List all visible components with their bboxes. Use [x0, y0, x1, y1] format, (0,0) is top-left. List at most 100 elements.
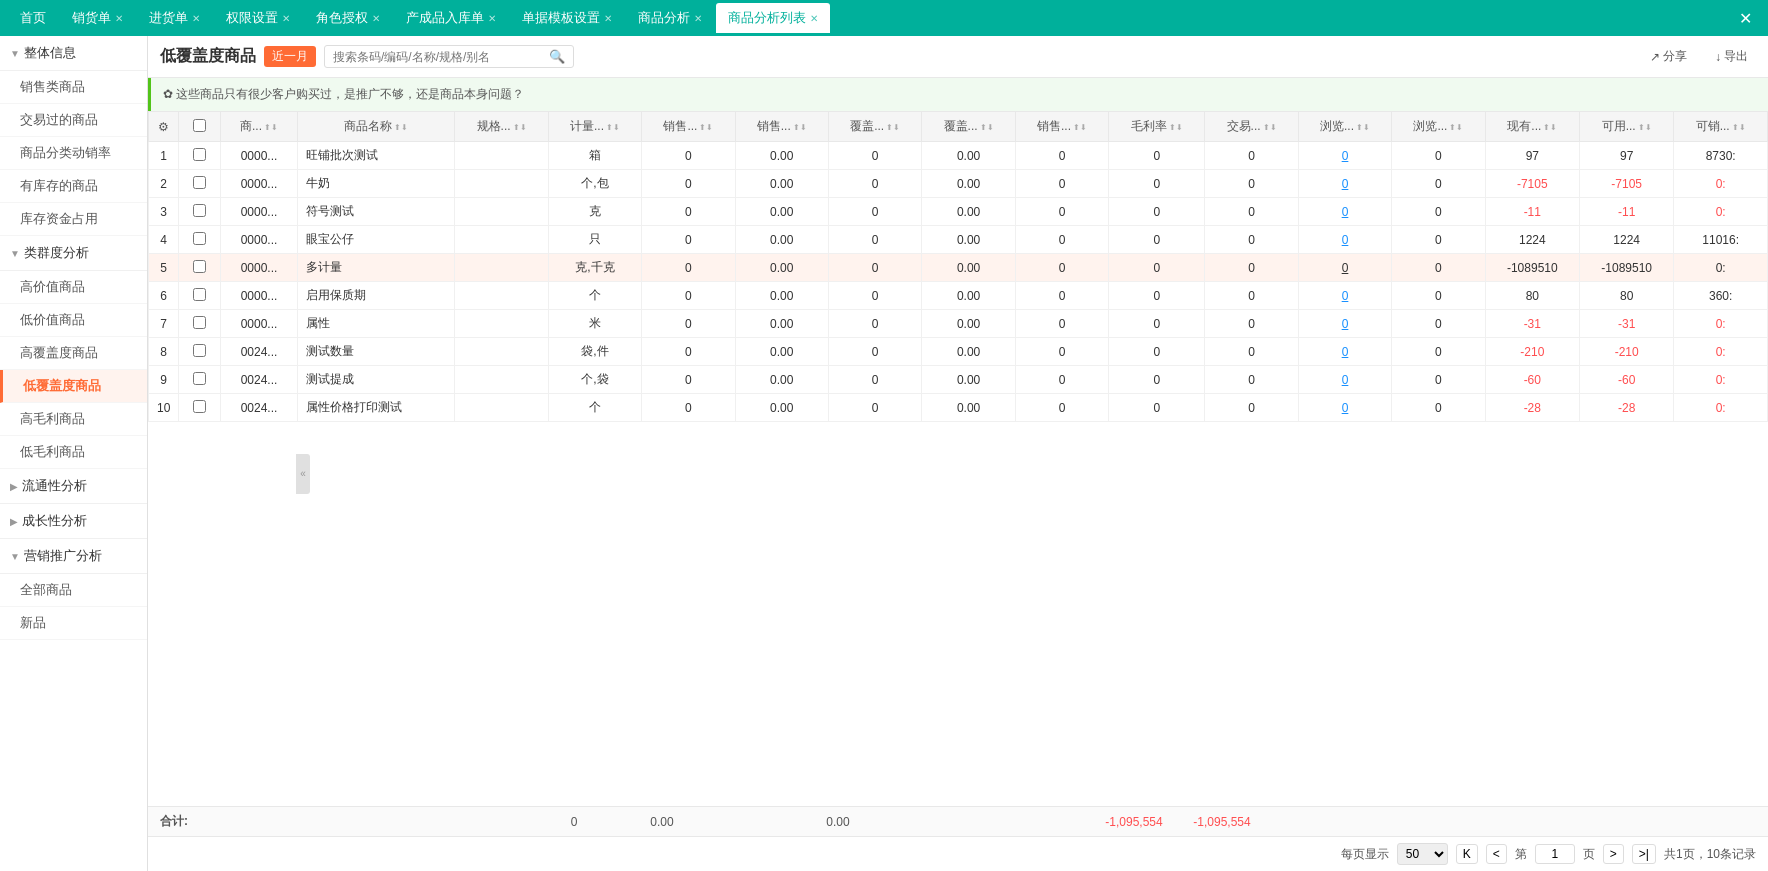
row-name[interactable]: 属性	[297, 310, 455, 338]
row-browse1[interactable]: 0	[1298, 254, 1391, 282]
sidebar-item-capital[interactable]: 库存资金占用	[0, 203, 147, 236]
sidebar-section-growth[interactable]: ▶ 成长性分析	[0, 504, 147, 539]
sidebar-item-high-coverage[interactable]: 高覆盖度商品	[0, 337, 147, 370]
row-browse1[interactable]: 0	[1298, 142, 1391, 170]
row-checkbox[interactable]	[179, 226, 221, 254]
row-checkbox[interactable]	[179, 142, 221, 170]
row-spec	[455, 394, 548, 422]
row-name[interactable]: 测试提成	[297, 366, 455, 394]
browse2-column-header[interactable]: 浏览...⬆⬇	[1392, 112, 1485, 142]
search-input[interactable]	[333, 50, 549, 64]
sidebar-item-high-margin[interactable]: 高毛利商品	[0, 403, 147, 436]
current-stock-column-header[interactable]: 现有...⬆⬇	[1485, 112, 1579, 142]
coverage2-column-header[interactable]: 覆盖...⬆⬇	[922, 112, 1015, 142]
tab-finished-goods[interactable]: 产成品入库单 ✕	[394, 3, 508, 33]
code-column-header[interactable]: 商...⬆⬇	[221, 112, 298, 142]
tab-product-analysis-list[interactable]: 商品分析列表 ✕	[716, 3, 830, 33]
row-checkbox[interactable]	[179, 394, 221, 422]
last-page-button[interactable]: >|	[1632, 844, 1656, 864]
sidebar-item-sales-goods[interactable]: 销售类商品	[0, 71, 147, 104]
select-all-checkbox[interactable]	[193, 119, 206, 132]
close-icon[interactable]: ✕	[115, 13, 123, 24]
row-browse1[interactable]: 0	[1298, 170, 1391, 198]
row-name[interactable]: 牛奶	[297, 170, 455, 198]
row-browse1[interactable]: 0	[1298, 198, 1391, 226]
sidebar-section-marketing[interactable]: ▼ 营销推广分析	[0, 539, 147, 574]
window-close-button[interactable]: ✕	[1731, 9, 1760, 28]
row-name[interactable]: 多计量	[297, 254, 455, 282]
sidebar-section-cluster[interactable]: ▼ 类群度分析	[0, 236, 147, 271]
close-icon[interactable]: ✕	[488, 13, 496, 24]
close-icon[interactable]: ✕	[694, 13, 702, 24]
saleable-column-header[interactable]: 可销...⬆⬇	[1674, 112, 1768, 142]
page-input[interactable]	[1535, 844, 1575, 864]
sidebar-item-low-margin[interactable]: 低毛利商品	[0, 436, 147, 469]
close-icon[interactable]: ✕	[282, 13, 290, 24]
tab-template-settings[interactable]: 单据模板设置 ✕	[510, 3, 624, 33]
coverage1-column-header[interactable]: 覆盖...⬆⬇	[829, 112, 922, 142]
row-browse1[interactable]: 0	[1298, 394, 1391, 422]
per-page-select[interactable]: 50 20 100	[1397, 843, 1448, 865]
tab-sales-order[interactable]: 销货单 ✕	[60, 3, 135, 33]
sales-qty-column-header[interactable]: 销售...⬆⬇	[642, 112, 735, 142]
gross-margin-column-header[interactable]: 毛利率⬆⬇	[1109, 112, 1205, 142]
row-name[interactable]: 眼宝公仔	[297, 226, 455, 254]
row-name[interactable]: 属性价格打印测试	[297, 394, 455, 422]
row-name[interactable]: 符号测试	[297, 198, 455, 226]
tab-product-analysis[interactable]: 商品分析 ✕	[626, 3, 714, 33]
row-unit: 只	[548, 226, 641, 254]
name-column-header[interactable]: 商品名称⬆⬇	[297, 112, 455, 142]
sidebar-item-low-value[interactable]: 低价值商品	[0, 304, 147, 337]
sidebar-item-all-goods[interactable]: 全部商品	[0, 574, 147, 607]
browse1-column-header[interactable]: 浏览...⬆⬇	[1298, 112, 1391, 142]
tab-permissions[interactable]: 权限设置 ✕	[214, 3, 302, 33]
period-button[interactable]: 近一月	[264, 46, 316, 67]
sidebar-collapse-button[interactable]: «	[296, 454, 310, 494]
export-button[interactable]: ↓ 导出	[1707, 44, 1756, 69]
sales-order-column-header[interactable]: 销售...⬆⬇	[1015, 112, 1108, 142]
tab-purchase[interactable]: 进货单 ✕	[137, 3, 212, 33]
close-icon[interactable]: ✕	[604, 13, 612, 24]
sidebar-section-liquidity[interactable]: ▶ 流通性分析	[0, 469, 147, 504]
row-checkbox[interactable]	[179, 338, 221, 366]
next-page-button[interactable]: >	[1603, 844, 1624, 864]
share-button[interactable]: ↗ 分享	[1642, 44, 1695, 69]
row-name[interactable]: 启用保质期	[297, 282, 455, 310]
close-icon[interactable]: ✕	[810, 13, 818, 24]
row-spec	[455, 366, 548, 394]
unit-column-header[interactable]: 计量...⬆⬇	[548, 112, 641, 142]
settings-column-header[interactable]: ⚙	[149, 112, 179, 142]
row-checkbox[interactable]	[179, 198, 221, 226]
row-browse1[interactable]: 0	[1298, 338, 1391, 366]
row-browse1[interactable]: 0	[1298, 282, 1391, 310]
first-page-button[interactable]: K	[1456, 844, 1478, 864]
tab-home[interactable]: 首页	[8, 3, 58, 33]
sidebar-item-high-value[interactable]: 高价值商品	[0, 271, 147, 304]
row-name[interactable]: 测试数量	[297, 338, 455, 366]
row-checkbox[interactable]	[179, 310, 221, 338]
checkbox-column-header[interactable]	[179, 112, 221, 142]
available-stock-column-header[interactable]: 可用...⬆⬇	[1580, 112, 1674, 142]
sidebar-item-new-goods[interactable]: 新品	[0, 607, 147, 640]
sales-amount-column-header[interactable]: 销售...⬆⬇	[735, 112, 828, 142]
sidebar-item-traded-goods[interactable]: 交易过的商品	[0, 104, 147, 137]
row-browse1[interactable]: 0	[1298, 310, 1391, 338]
close-icon[interactable]: ✕	[372, 13, 380, 24]
tab-roles[interactable]: 角色授权 ✕	[304, 3, 392, 33]
sidebar-section-overall[interactable]: ▼ 整体信息	[0, 36, 147, 71]
sidebar-item-low-coverage[interactable]: 低覆盖度商品	[0, 370, 147, 403]
row-browse1[interactable]: 0	[1298, 366, 1391, 394]
sidebar-item-category-turnover[interactable]: 商品分类动销率	[0, 137, 147, 170]
spec-column-header[interactable]: 规格...⬆⬇	[455, 112, 548, 142]
search-box[interactable]: 🔍	[324, 45, 574, 68]
transaction-column-header[interactable]: 交易...⬆⬇	[1205, 112, 1298, 142]
row-checkbox[interactable]	[179, 282, 221, 310]
prev-page-button[interactable]: <	[1486, 844, 1507, 864]
row-checkbox[interactable]	[179, 170, 221, 198]
row-checkbox[interactable]	[179, 366, 221, 394]
row-browse1[interactable]: 0	[1298, 226, 1391, 254]
row-name[interactable]: 旺铺批次测试	[297, 142, 455, 170]
close-icon[interactable]: ✕	[192, 13, 200, 24]
row-checkbox[interactable]	[179, 254, 221, 282]
sidebar-item-stock-goods[interactable]: 有库存的商品	[0, 170, 147, 203]
